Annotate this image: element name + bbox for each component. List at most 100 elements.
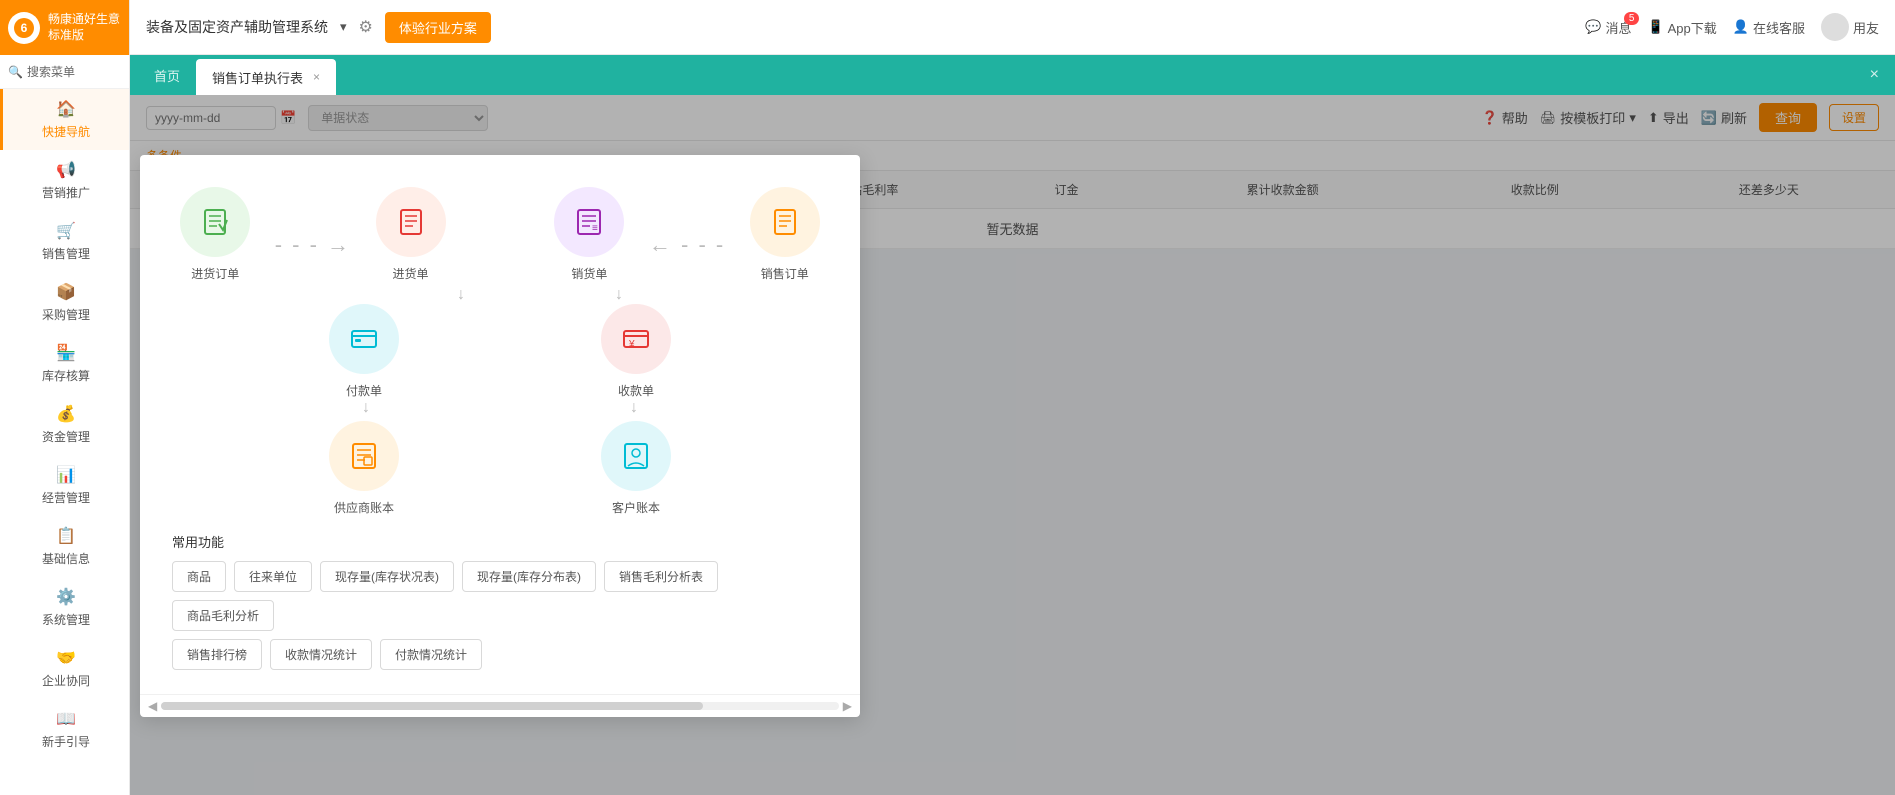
marketing-icon: 📢 <box>56 160 76 180</box>
service-icon: 👤 <box>1733 19 1749 35</box>
sidebar: 6 畅康通好生意 标准版 🔍 搜索菜单 🏠 快捷导航 📢 营销推广 🛒 销售管理 <box>0 0 130 795</box>
purchase-order-icon <box>180 187 250 257</box>
user-avatar[interactable]: 用友 <box>1821 13 1879 41</box>
flow-arrows-down1: ↓ ↓ <box>172 286 828 304</box>
flow-node-supplier-account: 供应商账本 <box>329 421 399 516</box>
func-btn-inventory-status[interactable]: 现存量(库存状况表) <box>320 561 454 592</box>
chevron-down-icon: ▾ <box>340 19 347 35</box>
settings-icon[interactable]: ⚙ <box>359 17 373 37</box>
main-area: 装备及固定资产辅助管理系统 ▾ ⚙ 体验行业方案 💬 消息 5 📱 App下载 … <box>130 0 1895 795</box>
flow-arrows-down2: ↓ ↓ <box>172 399 828 417</box>
down-arrow-pb: ↓ <box>426 286 496 304</box>
modal-overlay[interactable]: 进货订单 - - - → <box>130 95 1895 795</box>
purchase-icon: 📦 <box>56 282 76 302</box>
message-icon: 💬 <box>1585 19 1601 35</box>
func-btn-product[interactable]: 商品 <box>172 561 226 592</box>
system-dropdown[interactable]: ▾ <box>340 19 347 35</box>
flow-node-purchase-order: 进货订单 <box>180 187 250 282</box>
trial-button[interactable]: 体验行业方案 <box>385 12 491 43</box>
topbar: 装备及固定资产辅助管理系统 ▾ ⚙ 体验行业方案 💬 消息 5 📱 App下载 … <box>130 0 1895 55</box>
modal-box: 进货订单 - - - → <box>140 155 860 717</box>
message-badge: 5 <box>1624 12 1640 25</box>
scrollbar-track[interactable] <box>161 702 839 710</box>
scrollbar-thumb <box>161 702 703 710</box>
func-btn-sales-profit[interactable]: 销售毛利分析表 <box>604 561 718 592</box>
func-btn-product-profit[interactable]: 商品毛利分析 <box>172 600 274 631</box>
sidebar-item-basic-info[interactable]: 📋 基础信息 <box>0 516 129 577</box>
down-arrow-sb: ↓ <box>584 286 654 304</box>
supplier-account-label: 供应商账本 <box>334 499 394 516</box>
sidebar-item-inventory[interactable]: 🏪 库存核算 <box>0 333 129 394</box>
logo-icon: 6 <box>8 12 40 44</box>
flow-top-row: 进货订单 - - - → <box>172 187 828 282</box>
flow-node-sales-order: 销售订单 <box>750 187 820 282</box>
tab-home[interactable]: 首页 <box>138 55 196 95</box>
app-download-button[interactable]: 📱 App下载 <box>1647 18 1716 37</box>
flow-node-purchase-bill: 进货单 <box>376 187 446 282</box>
sidebar-item-collab[interactable]: 🤝 企业协同 <box>0 638 129 699</box>
svg-text:6: 6 <box>21 21 28 35</box>
sidebar-item-sales[interactable]: 🛒 销售管理 <box>0 211 129 272</box>
flow-node-payment: 付款单 <box>329 304 399 399</box>
close-all-tabs-button[interactable]: × <box>1854 66 1895 84</box>
func-buttons-row1: 商品 往来单位 现存量(库存状况表) 现存量(库存分布表) 销售毛利分析表 商品… <box>172 561 828 631</box>
sales-order-icon <box>750 187 820 257</box>
sidebar-search[interactable]: 🔍 搜索菜单 <box>0 55 129 89</box>
down-arrow-pay: ↓ <box>331 399 401 417</box>
system-icon: ⚙️ <box>56 587 76 607</box>
purchase-bill-icon <box>376 187 446 257</box>
down-arrow-rec: ↓ <box>599 399 669 417</box>
flow-diagram: 进货订单 - - - → <box>172 179 828 524</box>
download-icon: 📱 <box>1647 19 1663 35</box>
tab-sales-order-execution[interactable]: 销售订单执行表 × <box>196 59 336 95</box>
collab-icon: 🤝 <box>56 648 76 668</box>
flow-node-customer-account: 客户账本 <box>601 421 671 516</box>
common-functions-title: 常用功能 <box>172 532 828 551</box>
payment-label: 付款单 <box>346 382 382 399</box>
basic-info-icon: 📋 <box>56 526 76 546</box>
customer-account-label: 客户账本 <box>612 499 660 516</box>
func-btn-payment-stats[interactable]: 付款情况统计 <box>380 639 482 670</box>
func-btn-counterparty[interactable]: 往来单位 <box>234 561 312 592</box>
sidebar-item-quick-nav[interactable]: 🏠 快捷导航 <box>0 89 129 150</box>
operations-icon: 📊 <box>56 465 76 485</box>
finance-icon: 💰 <box>56 404 76 424</box>
tabbar: 首页 销售订单执行表 × × <box>130 55 1895 95</box>
modal-scrollbar: ◀ ▶ <box>140 694 860 717</box>
home-icon: 🏠 <box>56 99 76 119</box>
svg-text:≡: ≡ <box>592 223 598 234</box>
sidebar-item-system[interactable]: ⚙️ 系统管理 <box>0 577 129 638</box>
newbie-icon: 📖 <box>56 709 76 729</box>
func-btn-inventory-dist[interactable]: 现存量(库存分布表) <box>462 561 596 592</box>
logo-text: 畅康通好生意 标准版 <box>48 12 120 43</box>
func-btn-sales-ranking[interactable]: 销售排行榜 <box>172 639 262 670</box>
topbar-right: 💬 消息 5 📱 App下载 👤 在线客服 用友 <box>1585 13 1879 41</box>
receipt-label: 收款单 <box>618 382 654 399</box>
sales-bill-label: 销货单 <box>571 265 607 282</box>
func-btn-receipt-stats[interactable]: 收款情况统计 <box>270 639 372 670</box>
message-button[interactable]: 💬 消息 5 <box>1585 18 1631 37</box>
sales-bill-icon: ≡ <box>554 187 624 257</box>
avatar-image <box>1821 13 1849 41</box>
arrow-so-sb: ← - - - <box>649 212 725 258</box>
common-functions: 常用功能 商品 往来单位 现存量(库存状况表) 现存量(库存分布表) 销售毛利分… <box>172 532 828 670</box>
sidebar-item-marketing[interactable]: 📢 营销推广 <box>0 150 129 211</box>
sales-order-label: 销售订单 <box>761 265 809 282</box>
flow-bottom-row: 供应商账本 客户账本 <box>172 421 828 516</box>
online-service-button[interactable]: 👤 在线客服 <box>1733 18 1805 37</box>
sidebar-item-newbie[interactable]: 📖 新手引导 <box>0 699 129 760</box>
scroll-left-arrow[interactable]: ◀ <box>148 699 157 713</box>
sidebar-item-purchase[interactable]: 📦 采购管理 <box>0 272 129 333</box>
customer-account-icon <box>601 421 671 491</box>
sidebar-item-finance[interactable]: 💰 资金管理 <box>0 394 129 455</box>
sidebar-item-operations[interactable]: 📊 经营管理 <box>0 455 129 516</box>
func-buttons-row2: 销售排行榜 收款情况统计 付款情况统计 <box>172 639 828 670</box>
sidebar-logo: 6 畅康通好生意 标准版 <box>0 0 129 55</box>
tab-close-icon[interactable]: × <box>313 70 320 84</box>
sales-icon: 🛒 <box>56 221 76 241</box>
receipt-icon: ¥ <box>601 304 671 374</box>
content-area: 📅 单据状态 ❓ 帮助 🖨 按模板打印 ▾ ⬆ <box>130 95 1895 795</box>
flow-node-sales-bill: ≡ 销货单 <box>554 187 624 282</box>
scroll-right-arrow[interactable]: ▶ <box>843 699 852 713</box>
flow-mid-row: 付款单 ¥ 收款单 <box>172 304 828 399</box>
